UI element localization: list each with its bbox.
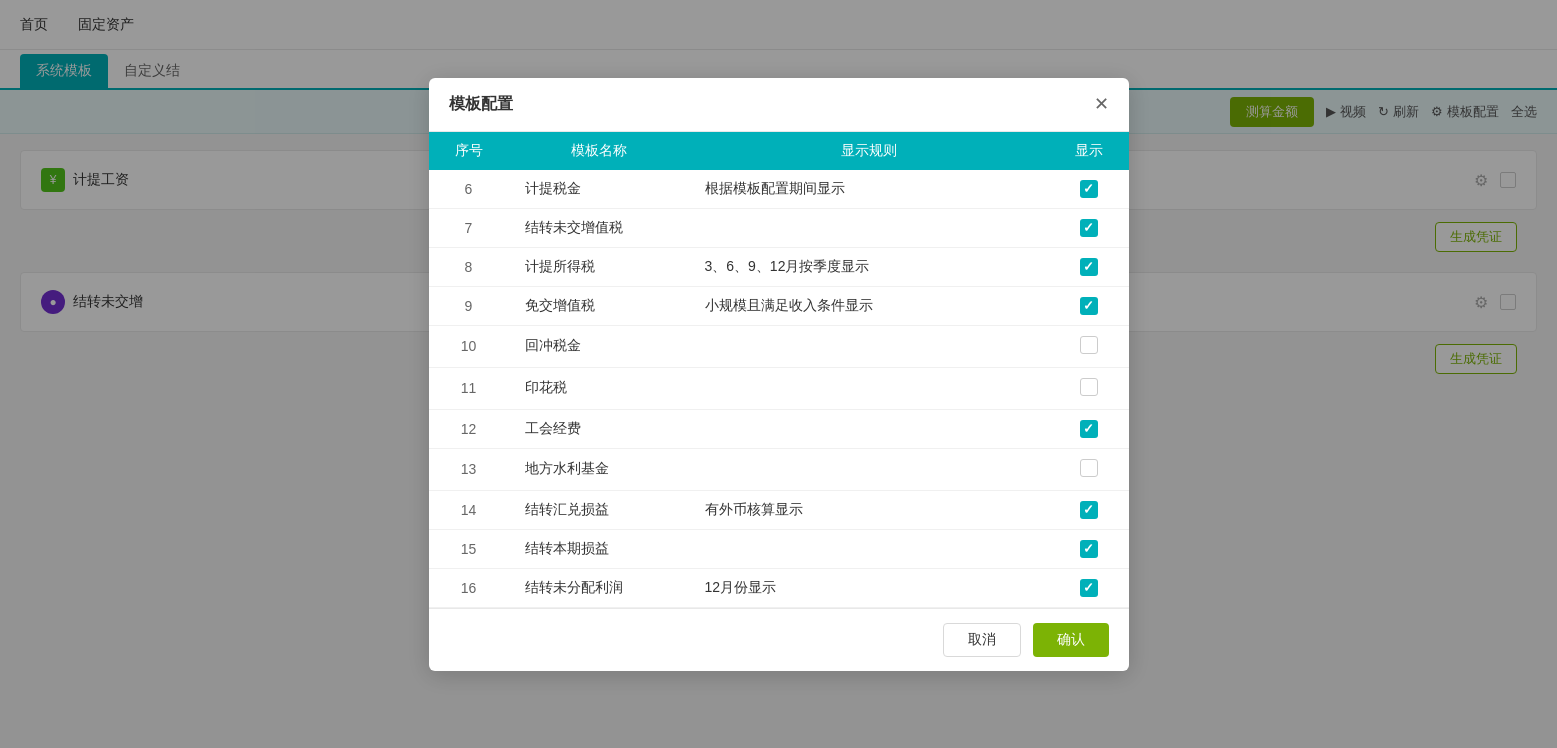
table-row: 12工会经费 (429, 409, 1129, 448)
cell-seq-0: 6 (429, 170, 509, 209)
cell-seq-2: 8 (429, 247, 509, 286)
table-row: 7结转未交增值税 (429, 208, 1129, 247)
cell-check-7[interactable] (1049, 448, 1129, 490)
cell-seq-5: 11 (429, 367, 509, 409)
table-row: 8计提所得税3、6、9、12月按季度显示 (429, 247, 1129, 286)
cell-seq-6: 12 (429, 409, 509, 448)
col-seq: 序号 (429, 132, 509, 170)
cancel-button[interactable]: 取消 (943, 623, 1021, 657)
modal-overlay: 模板配置 ✕ 序号 模板名称 显示规则 显示 6计提税金根据模板配置期间显示7结… (0, 0, 1557, 748)
table-row: 14结转汇兑损益有外币核算显示 (429, 490, 1129, 529)
checkbox-checked-0[interactable] (1080, 180, 1098, 198)
col-show: 显示 (1049, 132, 1129, 170)
modal-header: 模板配置 ✕ (429, 78, 1129, 132)
cell-name-0: 计提税金 (509, 170, 689, 209)
cell-check-1[interactable] (1049, 208, 1129, 247)
cell-seq-10: 16 (429, 568, 509, 607)
cell-rule-4 (689, 325, 1049, 367)
modal-footer: 取消 确认 (429, 608, 1129, 671)
checkbox-checked-6[interactable] (1080, 420, 1098, 438)
cell-name-10: 结转未分配利润 (509, 568, 689, 607)
table-header: 序号 模板名称 显示规则 显示 (429, 132, 1129, 170)
checkbox-checked-2[interactable] (1080, 258, 1098, 276)
col-rule: 显示规则 (689, 132, 1049, 170)
checkbox-checked-1[interactable] (1080, 219, 1098, 237)
modal-body: 序号 模板名称 显示规则 显示 6计提税金根据模板配置期间显示7结转未交增值税8… (429, 132, 1129, 608)
cell-seq-7: 13 (429, 448, 509, 490)
cell-name-3: 免交增值税 (509, 286, 689, 325)
table-row: 10回冲税金 (429, 325, 1129, 367)
cell-check-3[interactable] (1049, 286, 1129, 325)
modal-title: 模板配置 (449, 94, 513, 115)
cell-rule-2: 3、6、9、12月按季度显示 (689, 247, 1049, 286)
cell-seq-4: 10 (429, 325, 509, 367)
cell-rule-1 (689, 208, 1049, 247)
cell-name-4: 回冲税金 (509, 325, 689, 367)
cell-rule-9 (689, 529, 1049, 568)
cell-rule-8: 有外币核算显示 (689, 490, 1049, 529)
checkbox-unchecked-5[interactable] (1080, 378, 1098, 396)
table-row: 13地方水利基金 (429, 448, 1129, 490)
table-row: 6计提税金根据模板配置期间显示 (429, 170, 1129, 209)
cell-rule-6 (689, 409, 1049, 448)
cell-check-6[interactable] (1049, 409, 1129, 448)
cell-seq-1: 7 (429, 208, 509, 247)
table-row: 11印花税 (429, 367, 1129, 409)
checkbox-checked-10[interactable] (1080, 579, 1098, 597)
checkbox-checked-8[interactable] (1080, 501, 1098, 519)
cell-check-0[interactable] (1049, 170, 1129, 209)
table-row: 15结转本期损益 (429, 529, 1129, 568)
checkbox-unchecked-7[interactable] (1080, 459, 1098, 477)
modal-template-config: 模板配置 ✕ 序号 模板名称 显示规则 显示 6计提税金根据模板配置期间显示7结… (429, 78, 1129, 671)
cell-name-5: 印花税 (509, 367, 689, 409)
table-row: 9免交增值税小规模且满足收入条件显示 (429, 286, 1129, 325)
cell-rule-7 (689, 448, 1049, 490)
cell-rule-10: 12月份显示 (689, 568, 1049, 607)
cell-rule-5 (689, 367, 1049, 409)
cell-name-1: 结转未交增值税 (509, 208, 689, 247)
checkbox-checked-9[interactable] (1080, 540, 1098, 558)
cell-name-6: 工会经费 (509, 409, 689, 448)
cell-check-9[interactable] (1049, 529, 1129, 568)
table-body: 6计提税金根据模板配置期间显示7结转未交增值税8计提所得税3、6、9、12月按季… (429, 170, 1129, 608)
cell-seq-8: 14 (429, 490, 509, 529)
cell-name-2: 计提所得税 (509, 247, 689, 286)
cell-name-7: 地方水利基金 (509, 448, 689, 490)
checkbox-checked-3[interactable] (1080, 297, 1098, 315)
checkbox-unchecked-4[interactable] (1080, 336, 1098, 354)
cell-check-10[interactable] (1049, 568, 1129, 607)
cell-check-5[interactable] (1049, 367, 1129, 409)
cell-check-2[interactable] (1049, 247, 1129, 286)
cell-name-9: 结转本期损益 (509, 529, 689, 568)
cell-check-8[interactable] (1049, 490, 1129, 529)
cell-name-8: 结转汇兑损益 (509, 490, 689, 529)
table-row: 16结转未分配利润12月份显示 (429, 568, 1129, 607)
cell-rule-0: 根据模板配置期间显示 (689, 170, 1049, 209)
confirm-button[interactable]: 确认 (1033, 623, 1109, 657)
cell-seq-9: 15 (429, 529, 509, 568)
col-name: 模板名称 (509, 132, 689, 170)
modal-table: 序号 模板名称 显示规则 显示 6计提税金根据模板配置期间显示7结转未交增值税8… (429, 132, 1129, 608)
cell-seq-3: 9 (429, 286, 509, 325)
cell-rule-3: 小规模且满足收入条件显示 (689, 286, 1049, 325)
modal-close-button[interactable]: ✕ (1094, 95, 1109, 113)
cell-check-4[interactable] (1049, 325, 1129, 367)
